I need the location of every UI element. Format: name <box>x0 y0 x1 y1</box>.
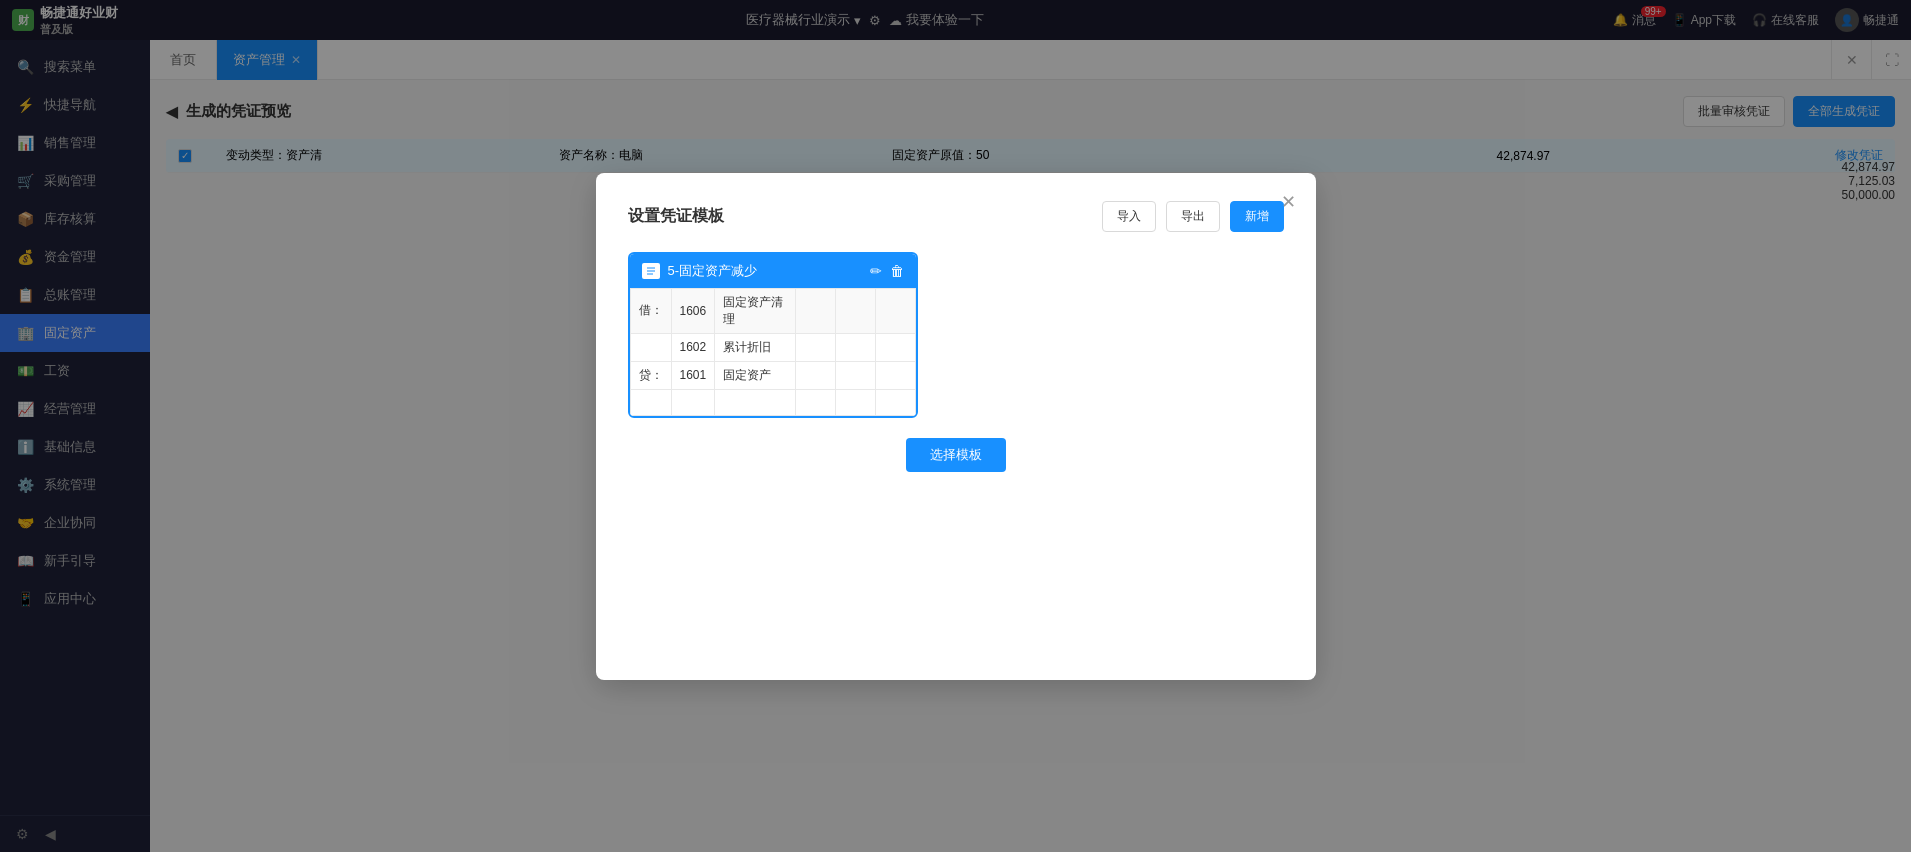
new-button[interactable]: 新增 <box>1230 201 1284 232</box>
row1-name: 固定资产清理 <box>715 288 795 333</box>
template-doc-icon <box>642 263 660 279</box>
template-card-title: 5-固定资产减少 <box>642 262 758 280</box>
row2-col4 <box>835 333 875 361</box>
select-template-button[interactable]: 选择模板 <box>906 438 1006 472</box>
template-delete-icon[interactable]: 🗑 <box>890 263 904 279</box>
dialog-title: 设置凭证模板 <box>628 206 724 227</box>
export-button[interactable]: 导出 <box>1166 201 1220 232</box>
row4-col5 <box>875 389 915 415</box>
row2-name: 累计折旧 <box>715 333 795 361</box>
template-card: 5-固定资产减少 ✏ 🗑 借： 1606 固定资产清理 <box>628 252 918 418</box>
table-row <box>630 389 915 415</box>
row4-col4 <box>835 389 875 415</box>
table-row: 借： 1606 固定资产清理 <box>630 288 915 333</box>
row3-prefix: 贷： <box>630 361 671 389</box>
dialog-overlay: 设置凭证模板 导入 导出 新增 ✕ 5-固定资产减少 <box>0 0 1911 852</box>
dialog-toolbar: 导入 导出 新增 <box>1102 201 1284 232</box>
row1-code: 1606 <box>671 288 715 333</box>
dialog-body: 5-固定资产减少 ✏ 🗑 借： 1606 固定资产清理 <box>628 252 1284 652</box>
row4-code <box>671 389 715 415</box>
row3-col5 <box>875 361 915 389</box>
row1-col3 <box>795 288 835 333</box>
row3-name: 固定资产 <box>715 361 795 389</box>
row2-code: 1602 <box>671 333 715 361</box>
dialog-header: 设置凭证模板 导入 导出 新增 <box>628 201 1284 232</box>
template-card-actions: ✏ 🗑 <box>870 263 904 279</box>
template-card-header: 5-固定资产减少 ✏ 🗑 <box>630 254 916 288</box>
row4-col3 <box>795 389 835 415</box>
import-button[interactable]: 导入 <box>1102 201 1156 232</box>
close-icon[interactable]: ✕ <box>1281 191 1296 213</box>
row1-col5 <box>875 288 915 333</box>
template-id-name: 5-固定资产减少 <box>668 262 758 280</box>
row3-col3 <box>795 361 835 389</box>
dialog: 设置凭证模板 导入 导出 新增 ✕ 5-固定资产减少 <box>596 173 1316 680</box>
row1-col4 <box>835 288 875 333</box>
table-row: 贷： 1601 固定资产 <box>630 361 915 389</box>
row2-col3 <box>795 333 835 361</box>
table-row: 1602 累计折旧 <box>630 333 915 361</box>
row2-prefix <box>630 333 671 361</box>
row2-col5 <box>875 333 915 361</box>
row3-col4 <box>835 361 875 389</box>
row4-prefix <box>630 389 671 415</box>
row4-name <box>715 389 795 415</box>
row1-prefix: 借： <box>630 288 671 333</box>
template-edit-icon[interactable]: ✏ <box>870 263 882 279</box>
row3-code: 1601 <box>671 361 715 389</box>
template-table: 借： 1606 固定资产清理 1602 累计折旧 <box>630 288 916 416</box>
